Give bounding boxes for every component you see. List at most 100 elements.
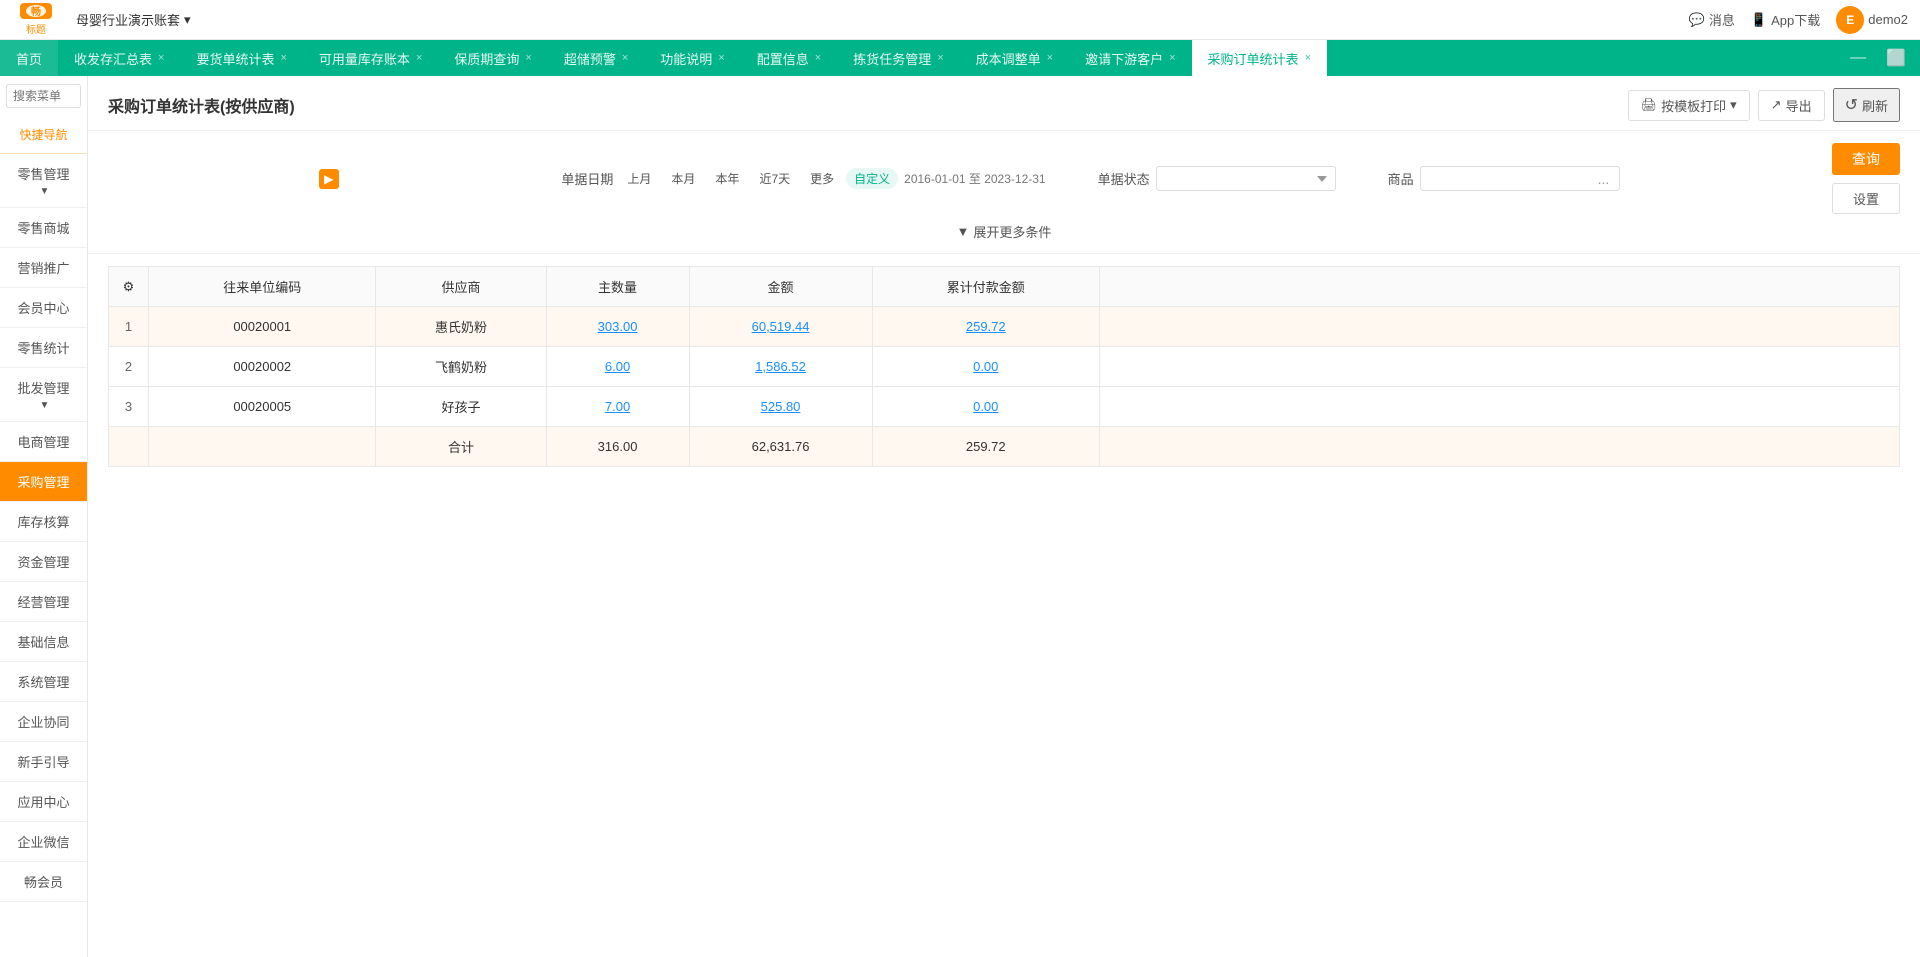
logo-text: 标题 [26, 21, 46, 36]
app-download-button[interactable]: 📱 App下载 [1751, 10, 1820, 29]
sidebar-item-8[interactable]: 库存核算 [0, 502, 87, 542]
row-amount-1[interactable]: 1,586.52 [689, 347, 872, 387]
row-paid-0[interactable]: 259.72 [872, 307, 1100, 347]
sidebar-item-label-10: 经营管理 [17, 592, 69, 611]
export-button[interactable]: ↗ 导出 [1758, 90, 1825, 121]
row-extra-2 [1100, 387, 1900, 427]
row-paid-1[interactable]: 0.00 [872, 347, 1100, 387]
sidebar-item-16[interactable]: 企业微信 [0, 822, 87, 862]
date-range-display: 2016-01-01 至 2023-12-31 [904, 170, 1045, 187]
nav-tab-4[interactable]: 保质期查询 × [438, 40, 547, 76]
nav-tab-6[interactable]: 功能说明× [644, 40, 740, 76]
shortcut-last-month[interactable]: 上月 [619, 168, 659, 189]
sidebar-item-14[interactable]: 新手引导 [0, 742, 87, 782]
sidebar-item-3[interactable]: 会员中心 [0, 288, 87, 328]
footer-empty-2 [149, 427, 376, 467]
print-button[interactable]: 🖨 按模板打印 ▾ [1628, 90, 1750, 121]
nav-tab-0[interactable]: 首页 [0, 40, 58, 76]
workspace-selector[interactable]: 母婴行业演示账套 ▾ [68, 6, 199, 33]
filter-area: ▶ 单据日期 上月 本月 本年 近7天 更多 自定义 2016-01-01 至 … [88, 131, 1920, 254]
app-download-label: App下载 [1771, 10, 1820, 29]
main-layout: 快捷导航 零售管理▼零售商城营销推广会员中心零售统计批发管理▼ 电商管理采购管理库… [0, 76, 1920, 957]
export-label: 导出 [1786, 96, 1812, 115]
nav-tab-close-3[interactable]: × [416, 52, 422, 64]
settings-button[interactable]: 设置 [1832, 183, 1900, 214]
header-actions: 🖨 按模板打印 ▾ ↗ 导出 ↺ 刷新 [1628, 88, 1900, 122]
nav-tab-5[interactable]: 超储预警× [548, 40, 644, 76]
sidebar-item-quick-nav[interactable]: 快捷导航 [0, 116, 87, 154]
maximize-button[interactable]: ⬜ [1880, 46, 1912, 70]
nav-tab-7[interactable]: 配置信息× [741, 40, 837, 76]
row-extra-0 [1100, 307, 1900, 347]
nav-tab-close-5[interactable]: × [622, 52, 628, 64]
message-button[interactable]: 💬 消息 [1689, 10, 1735, 29]
goods-search-icon[interactable]: ... [1598, 171, 1610, 187]
nav-tab-label-4: 保质期查询 [454, 49, 519, 68]
status-select[interactable] [1156, 166, 1336, 191]
shortcut-more[interactable]: 更多 [802, 168, 842, 189]
row-index-1: 2 [109, 347, 149, 387]
sidebar-item-1[interactable]: 零售商城 [0, 208, 87, 248]
nav-tab-close-9[interactable]: × [1047, 52, 1053, 64]
refresh-label: 刷新 [1862, 96, 1888, 115]
nav-tab-close-4[interactable]: × [525, 52, 531, 64]
nav-tab-10[interactable]: 邀请下游客户× [1069, 40, 1191, 76]
query-button[interactable]: 查询 [1832, 143, 1900, 175]
nav-tab-close-7[interactable]: × [815, 52, 821, 64]
phone-icon: 📱 [1751, 12, 1767, 28]
sidebar-item-11[interactable]: 基础信息 [0, 622, 87, 662]
refresh-button[interactable]: ↺ 刷新 [1833, 88, 1900, 122]
sidebar-item-13[interactable]: 企业协同 [0, 702, 87, 742]
nav-tab-9[interactable]: 成本调整单 × [960, 40, 1069, 76]
sidebar-item-label-6: 电商管理 [17, 432, 69, 451]
nav-tab-close-11[interactable]: × [1305, 52, 1311, 64]
goods-filter: 商品 ... [1388, 166, 1610, 191]
nav-tab-1[interactable]: 收发存汇总表× [58, 40, 180, 76]
sidebar-item-5[interactable]: 批发管理▼ [0, 368, 87, 422]
gear-icon[interactable]: ⚙ [123, 279, 135, 294]
sidebar-item-10[interactable]: 经营管理 [0, 582, 87, 622]
collapse-arrow[interactable]: ▶ [319, 169, 339, 189]
sidebar-item-6[interactable]: 电商管理 [0, 422, 87, 462]
sidebar-item-0[interactable]: 零售管理▼ [0, 154, 87, 208]
nav-tab-close-1[interactable]: × [158, 52, 164, 64]
sidebar-item-7[interactable]: 采购管理 [0, 462, 87, 502]
custom-date-tag[interactable]: 自定义 [846, 168, 898, 189]
row-amount-0[interactable]: 60,519.44 [689, 307, 872, 347]
nav-tab-3[interactable]: 可用量库存账本× [303, 40, 438, 76]
nav-tab-close-2[interactable]: × [280, 52, 286, 64]
nav-tab-8[interactable]: 拣货任务管理× [837, 40, 959, 76]
row-qty-2[interactable]: 7.00 [546, 387, 689, 427]
nav-tab-label-9: 成本调整单 [976, 49, 1041, 68]
search-input[interactable] [6, 84, 81, 108]
expand-more-btn[interactable]: ▼ 展开更多条件 [108, 222, 1900, 241]
date-label: 单据日期 [561, 169, 613, 188]
row-qty-0[interactable]: 303.00 [546, 307, 689, 347]
main-content: 采购订单统计表(按供应商) 🖨 按模板打印 ▾ ↗ 导出 ↺ 刷新 [88, 76, 1920, 957]
shortcut-7days[interactable]: 近7天 [751, 168, 798, 189]
nav-tab-close-6[interactable]: × [718, 52, 724, 64]
nav-tab-2[interactable]: 要货单统计表× [180, 40, 302, 76]
user-profile[interactable]: E demo2 [1836, 6, 1908, 34]
sidebar-item-2[interactable]: 营销推广 [0, 248, 87, 288]
sidebar-item-17[interactable]: 畅会员 [0, 862, 87, 902]
row-paid-2[interactable]: 0.00 [872, 387, 1100, 427]
message-icon: 💬 [1689, 12, 1705, 28]
nav-tab-11[interactable]: 采购订单统计表× [1192, 40, 1327, 76]
nav-tab-close-8[interactable]: × [937, 52, 943, 64]
sidebar-item-9[interactable]: 资金管理 [0, 542, 87, 582]
row-qty-1[interactable]: 6.00 [546, 347, 689, 387]
action-buttons: 查询 设置 [1832, 143, 1900, 214]
sidebar-item-15[interactable]: 应用中心 [0, 782, 87, 822]
sidebar-item-4[interactable]: 零售统计 [0, 328, 87, 368]
top-bar-left: 畅 标题 母婴行业演示账套 ▾ [12, 4, 199, 36]
goods-input[interactable] [1420, 166, 1620, 191]
row-amount-2[interactable]: 525.80 [689, 387, 872, 427]
shortcut-this-month[interactable]: 本月 [663, 168, 703, 189]
nav-tab-label-0: 首页 [16, 49, 42, 68]
minimize-button[interactable]: — [1844, 47, 1872, 69]
shortcut-this-year[interactable]: 本年 [707, 168, 747, 189]
sidebar-item-12[interactable]: 系统管理 [0, 662, 87, 702]
nav-tab-close-10[interactable]: × [1169, 52, 1175, 64]
date-filter: 单据日期 上月 本月 本年 近7天 更多 自定义 2016-01-01 至 20… [561, 168, 1045, 189]
